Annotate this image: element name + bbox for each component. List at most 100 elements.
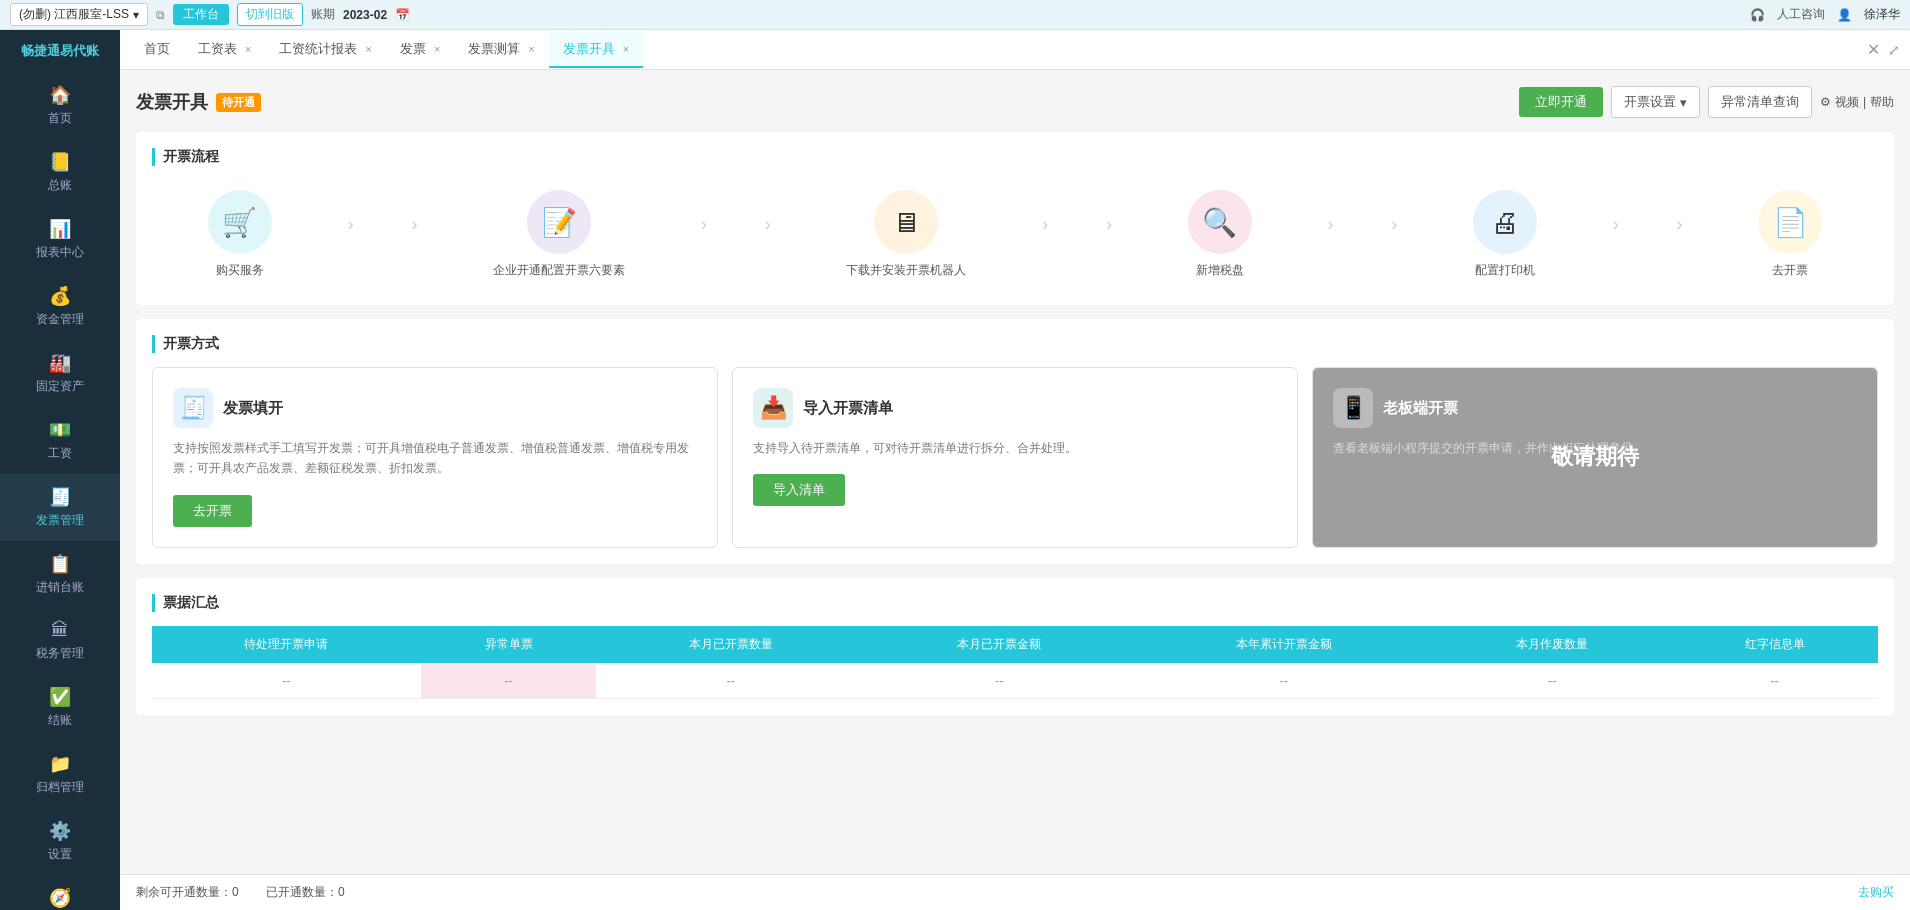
- col-header-void-count: 本月作废数量: [1434, 626, 1672, 663]
- top-bar-left: (勿删) 江西服室-LSS ▾ ⧉ 工作台 切到旧版 账期 2023-02 📅: [10, 3, 410, 26]
- sidebar-label-ledger: 总账: [48, 177, 72, 194]
- user-name[interactable]: 徐泽华: [1864, 6, 1900, 23]
- step-icon-add-taxbox: 🔍: [1188, 190, 1252, 254]
- reports-icon: 📊: [49, 218, 71, 240]
- abnormal-query-button[interactable]: 异常清单查询: [1708, 86, 1812, 118]
- arrow-2b: ›: [765, 214, 771, 255]
- sidebar-label-funds: 资金管理: [36, 311, 84, 328]
- chevron-down-icon: ▾: [1680, 95, 1687, 110]
- step-label-issue-invoice: 去开票: [1772, 262, 1808, 279]
- sidebar-item-salary[interactable]: 💵 工资: [0, 407, 120, 474]
- summary-section: 票据汇总 待处理开票申请 异常单票 本月已开票数量 本月已开票金额 本年累计开票…: [136, 578, 1894, 715]
- tab-invoice-mgmt[interactable]: 发票 ×: [386, 32, 454, 68]
- guide-icon: 🧭: [49, 887, 71, 909]
- divider: |: [1863, 95, 1866, 109]
- step-download-robot[interactable]: 🖥 下载并安装开票机器人: [846, 190, 966, 279]
- invoice-icon: 🧾: [49, 486, 71, 508]
- sidebar-item-guide[interactable]: 🧭 新手引导: [0, 875, 120, 910]
- summary-section-title: 票据汇总: [152, 594, 1878, 612]
- step-config-enterprise[interactable]: 📝 企业开通配置开票六要素: [493, 190, 625, 279]
- tab-close-all-icon[interactable]: ✕: [1867, 40, 1880, 59]
- tab-label-salary-report: 工资统计报表: [279, 40, 357, 58]
- sidebar-item-tax[interactable]: 🏛 税务管理: [0, 608, 120, 674]
- tab-close-salary-table[interactable]: ×: [245, 43, 251, 55]
- step-label-download-robot: 下载并安装开票机器人: [846, 262, 966, 279]
- sidebar-item-settings[interactable]: ⚙️ 设置: [0, 808, 120, 875]
- tab-close-salary-report[interactable]: ×: [365, 43, 371, 55]
- tab-close-invoice-calc[interactable]: ×: [528, 43, 534, 55]
- retro-button[interactable]: 切到旧版: [237, 3, 303, 26]
- cell-pending: --: [152, 663, 421, 699]
- step-buy-service[interactable]: 🛒 购买服务: [208, 190, 272, 279]
- step-issue-invoice[interactable]: 📄 去开票: [1758, 190, 1822, 279]
- page-header: 发票开具 待开通 立即开通 开票设置 ▾ 异常清单查询 ⚙ 视频 | 帮助: [136, 86, 1894, 118]
- view-label[interactable]: 视频: [1835, 94, 1859, 111]
- sidebar-item-purchases[interactable]: 📋 进销台账: [0, 541, 120, 608]
- settings2-icon: ⚙: [1820, 95, 1831, 109]
- help-label[interactable]: 帮助: [1870, 94, 1894, 111]
- tab-close-invoice-open[interactable]: ×: [623, 43, 629, 55]
- tab-salary-report[interactable]: 工资统计报表 ×: [265, 32, 385, 68]
- copy-icon[interactable]: ⧉: [156, 8, 165, 22]
- method-btn-import[interactable]: 导入清单: [753, 474, 845, 506]
- settings-icon: ⚙️: [49, 820, 71, 842]
- open-settings-button[interactable]: 开票设置 ▾: [1611, 86, 1700, 118]
- service-label[interactable]: 人工咨询: [1777, 6, 1825, 23]
- calendar-icon[interactable]: 📅: [395, 8, 410, 22]
- tab-close-invoice-mgmt[interactable]: ×: [434, 43, 440, 55]
- method-card-manual: 🧾 发票填开 支持按照发票样式手工填写开发票；可开具增值税电子普通发票、增值税普…: [152, 367, 718, 548]
- tab-salary-table[interactable]: 工资表 ×: [184, 32, 265, 68]
- open-now-button[interactable]: 立即开通: [1519, 87, 1603, 117]
- method-title-manual: 发票填开: [223, 399, 283, 418]
- step-add-taxbox[interactable]: 🔍 新增税盘: [1188, 190, 1252, 279]
- flow-section-title: 开票流程: [152, 148, 1878, 166]
- sidebar-item-home[interactable]: 🏠 首页: [0, 72, 120, 139]
- archive-icon: 📁: [49, 753, 71, 775]
- step-label-config-enterprise: 企业开通配置开票六要素: [493, 262, 625, 279]
- bottom-bar-info: 剩余可开通数量：0 已开通数量：0: [136, 884, 345, 901]
- step-label-add-taxbox: 新增税盘: [1196, 262, 1244, 279]
- sidebar-item-ledger[interactable]: 📒 总账: [0, 139, 120, 206]
- step-icon-config-enterprise: 📝: [527, 190, 591, 254]
- remaining-label: 剩余可开通数量：0: [136, 885, 239, 899]
- funds-icon: 💰: [49, 285, 71, 307]
- tab-invoice-open[interactable]: 发票开具 ×: [549, 32, 643, 68]
- sidebar-item-reports[interactable]: 📊 报表中心: [0, 206, 120, 273]
- tab-home[interactable]: 首页: [130, 32, 184, 68]
- summary-table: 待处理开票申请 异常单票 本月已开票数量 本月已开票金额 本年累计开票金额 本月…: [152, 626, 1878, 699]
- method-card-import: 📥 导入开票清单 支持导入待开票清单，可对待开票清单进行拆分、合并处理。 导入清…: [732, 367, 1298, 548]
- sidebar-item-archive[interactable]: 📁 归档管理: [0, 741, 120, 808]
- assets-icon: 🏭: [49, 352, 71, 374]
- workspace-button[interactable]: 工作台: [173, 4, 229, 25]
- tab-bar-actions: ✕ ⤢: [1867, 40, 1900, 59]
- tab-expand-icon[interactable]: ⤢: [1888, 42, 1900, 58]
- tab-label-invoice-calc: 发票测算: [468, 40, 520, 58]
- app-name: 畅捷通易代账: [8, 42, 112, 60]
- sidebar-item-funds[interactable]: 💰 资金管理: [0, 273, 120, 340]
- sidebar-label-tax: 税务管理: [36, 645, 84, 662]
- tab-label-invoice-open: 发票开具: [563, 40, 615, 58]
- sidebar-label-invoice: 发票管理: [36, 512, 84, 529]
- method-desc-manual: 支持按照发票样式手工填写开发票；可开具增值税电子普通发票、增值税普通发票、增值税…: [173, 438, 697, 479]
- company-selector[interactable]: (勿删) 江西服室-LSS ▾: [10, 3, 148, 26]
- col-header-pending: 待处理开票申请: [152, 626, 421, 663]
- tab-invoice-calc[interactable]: 发票测算 ×: [454, 32, 548, 68]
- sidebar-item-closing[interactable]: ✅ 结账: [0, 674, 120, 741]
- cell-year-amount: --: [1134, 663, 1434, 699]
- cell-month-amount: --: [865, 663, 1134, 699]
- arrow-3: ›: [1042, 214, 1048, 255]
- step-config-printer[interactable]: 🖨 配置打印机: [1473, 190, 1537, 279]
- col-header-abnormal: 异常单票: [421, 626, 597, 663]
- buy-link[interactable]: 去购买: [1858, 884, 1894, 901]
- customer-service-icon: 🎧: [1750, 8, 1765, 22]
- sidebar-item-invoice[interactable]: 🧾 发票管理: [0, 474, 120, 541]
- arrow-5: ›: [1613, 214, 1619, 255]
- method-btn-manual[interactable]: 去开票: [173, 495, 252, 527]
- home-icon: 🏠: [49, 84, 71, 106]
- arrow-2: ›: [701, 214, 707, 255]
- sidebar-label-closing: 结账: [48, 712, 72, 729]
- invoice-flow-section: 开票流程 🛒 购买服务 › › 📝 企业开通配置开票六要素: [136, 132, 1894, 305]
- main-layout: 畅捷通易代账 🏠 首页 📒 总账 📊 报表中心 💰 资金管理 🏭 固定资产 💵 …: [0, 30, 1910, 910]
- method-header-import: 📥 导入开票清单: [753, 388, 1277, 428]
- sidebar-item-assets[interactable]: 🏭 固定资产: [0, 340, 120, 407]
